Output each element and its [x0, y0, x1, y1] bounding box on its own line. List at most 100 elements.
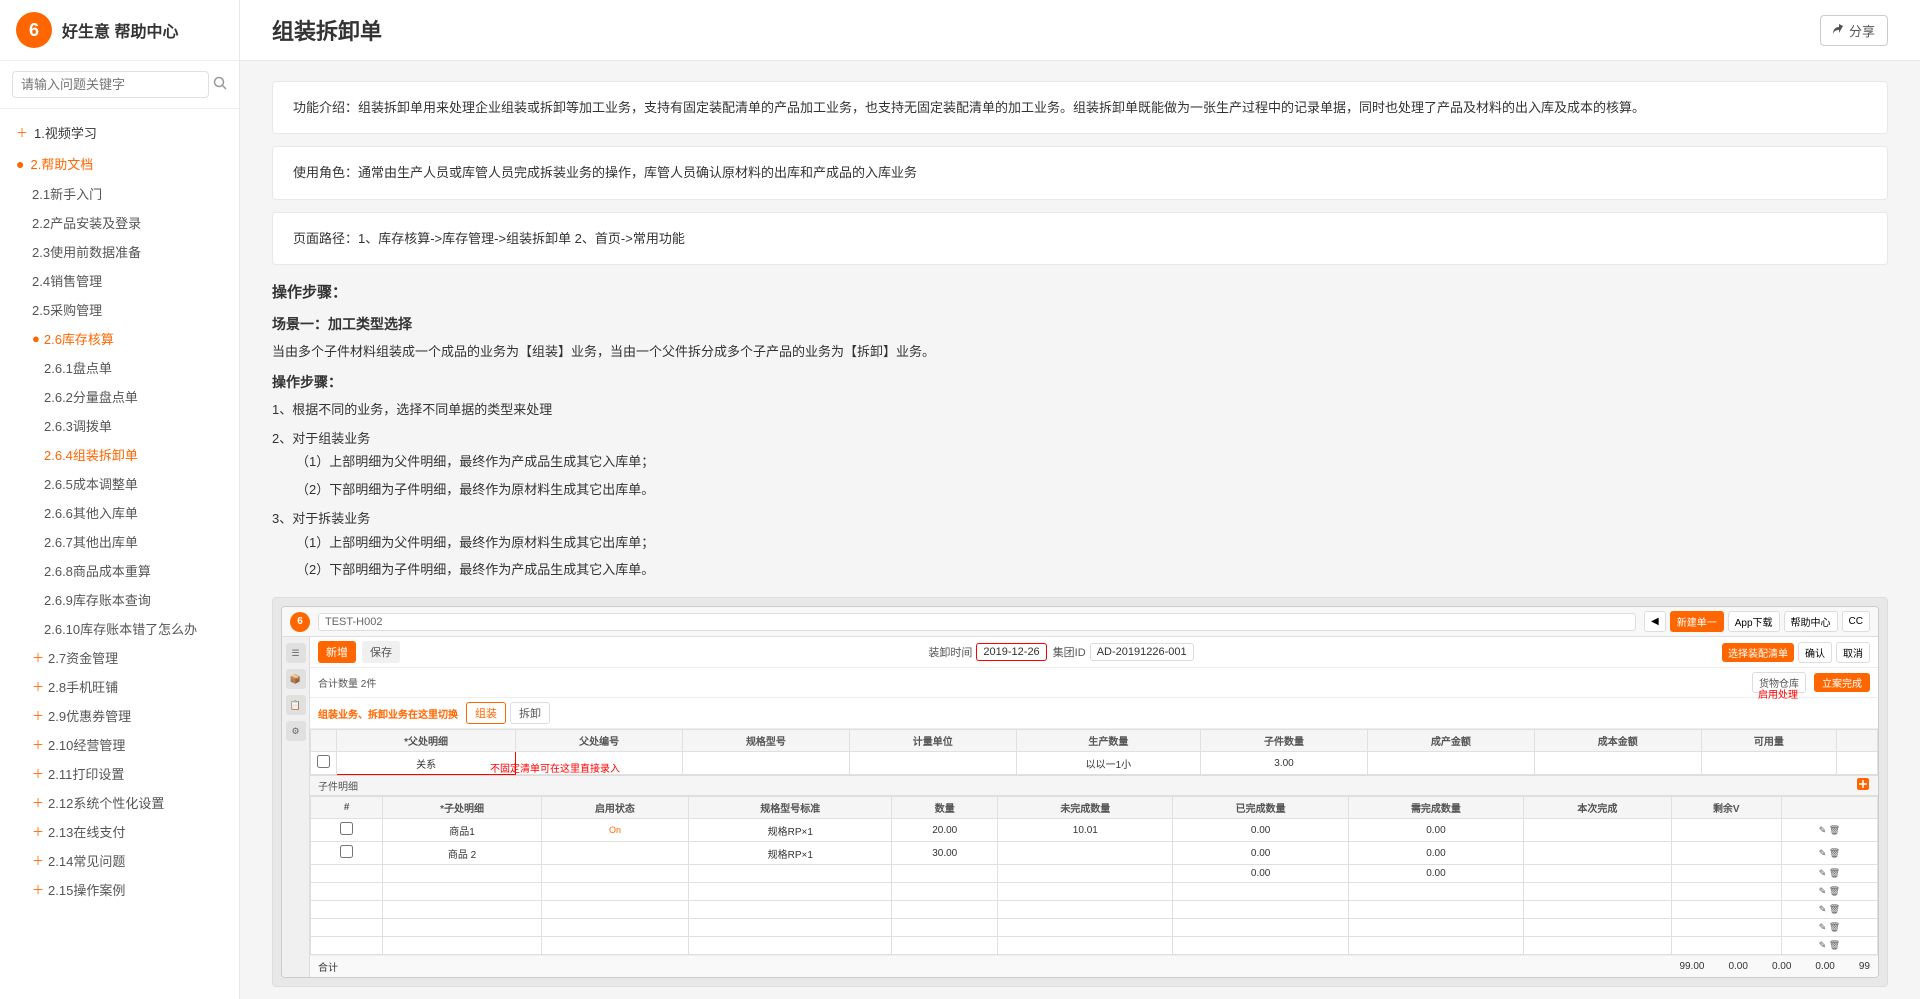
plus-icon-2-10: ＋	[32, 736, 44, 753]
mock-logo: 6	[290, 612, 310, 632]
mock-btn-user[interactable]: CC	[1842, 611, 1870, 632]
sidebar-item-2-13[interactable]: ＋ 2.13在线支付	[0, 817, 239, 846]
td-p4	[849, 752, 1016, 775]
step-3: 3、对于拆装业务 （1）上部明细为父件明细，最终作为原材料生成其它出库单； （2…	[272, 507, 1888, 581]
row-b-checkbox-1[interactable]	[340, 822, 353, 835]
mock-date-field[interactable]: 2019-12-26	[976, 643, 1046, 661]
sidebar-item-2-10[interactable]: ＋ 2.10经营管理	[0, 730, 239, 759]
plus-icon-2-9: ＋	[32, 707, 44, 724]
sidebar-item-2-5[interactable]: 2.5采购管理	[0, 295, 239, 324]
sidebar-item-2-15[interactable]: ＋ 2.15操作案例	[0, 875, 239, 904]
share-button[interactable]: 分享	[1820, 15, 1888, 46]
sidebar-item-2-1[interactable]: 2.1新手入门	[0, 179, 239, 208]
mock-footer-v5: 99	[1859, 961, 1870, 972]
sidebar-item-2-3[interactable]: 2.3使用前数据准备	[0, 237, 239, 266]
sidebar-item-2-6-2[interactable]: 2.6.2分量盘点单	[0, 382, 239, 411]
page-title: 组装拆卸单	[272, 14, 382, 46]
td-b1-1: 商品1	[383, 819, 541, 842]
mock-toolbar: 新增 保存 装卸时间 2019-12-26 集团ID AD-20191226-0…	[310, 637, 1878, 668]
share-icon	[1833, 24, 1845, 36]
ops-steps-title: 操作步骤：	[272, 372, 1888, 392]
td-p8	[1534, 752, 1701, 775]
plus-icon-2-15: ＋	[32, 881, 44, 898]
app-mock-body: ☰ 📦 📋 ⚙ 新增 保存	[282, 637, 1878, 977]
td-p3	[683, 752, 850, 775]
search-input[interactable]	[12, 71, 209, 98]
sidebar-item-2-2[interactable]: 2.2产品安装及登录	[0, 208, 239, 237]
td-b2-5	[998, 842, 1173, 865]
td-b2-1: 商品 2	[383, 842, 541, 865]
mock-footer-v3: 0.00	[1772, 961, 1791, 972]
th-p6: 子件数量	[1201, 730, 1368, 752]
sidebar-item-2-6-5[interactable]: 2.6.5成本调整单	[0, 469, 239, 498]
mock-address-bar: TEST-H002	[318, 613, 1636, 631]
td-p6: 3.00	[1201, 752, 1368, 775]
mock-btn-app[interactable]: App下载	[1728, 611, 1780, 632]
sidebar-item-2-6-1[interactable]: 2.6.1盘点单	[0, 353, 239, 382]
annotation-enable: 启用处理	[1758, 686, 1798, 701]
mock-btn-help[interactable]: 帮助中心	[1784, 611, 1838, 632]
th-c3: 规格型号标准	[689, 797, 892, 819]
table-row-b-3: 0.000.00✎ 🗑	[311, 865, 1878, 883]
row-b-checkbox-2[interactable]	[340, 845, 353, 858]
mock-disassemble-btn[interactable]: 拆卸	[510, 702, 550, 724]
role-intro-text: 使用角色：通常由生产人员或库管人员完成拆装业务的操作，库管人员确认原材料的出库和…	[293, 165, 917, 180]
td-p9	[1701, 752, 1836, 775]
td-b2-2	[541, 842, 688, 865]
th-p8: 成本金额	[1534, 730, 1701, 752]
step-3-2: （2）下部明细为子件明细，最终作为产成品生成其它入库单。	[296, 558, 1888, 581]
sidebar-item-videos[interactable]: ＋ 1.视频学习	[0, 117, 239, 148]
mock-tab-add[interactable]: 新增	[318, 641, 356, 663]
mock-bottom-table: # *子处明细 启用状态 规格型号标准 数量 未完成数量 已完成数量 需完成数量	[310, 796, 1878, 955]
mock-cancel-btn[interactable]: 取消	[1836, 642, 1870, 663]
mock-expand-icon[interactable]	[1856, 777, 1870, 794]
mock-confirm-btn[interactable]: 确认	[1798, 642, 1832, 663]
sidebar-item-2-6[interactable]: ● 2.6库存核算	[0, 324, 239, 353]
row-checkbox-1[interactable]	[317, 755, 330, 768]
sidebar: 6 好生意 帮助中心 ＋ 1.视频学习 ● 2.帮助文档 2.1新手入门 2.2…	[0, 0, 240, 999]
th-p9: 可用量	[1701, 730, 1836, 752]
sidebar-item-2-12[interactable]: ＋ 2.12系统个性化设置	[0, 788, 239, 817]
th-c1: *子处明细	[383, 797, 541, 819]
td-b1-6: 0.00	[1173, 819, 1348, 842]
step-2-subs: （1）上部明细为父件明细，最终作为产成品生成其它入库单； （2）下部明细为子件明…	[272, 450, 1888, 501]
sidebar-item-docs[interactable]: ● 2.帮助文档	[0, 148, 239, 179]
mock-btn-prev[interactable]: ◀	[1644, 611, 1666, 632]
plus-icon-2-13: ＋	[32, 823, 44, 840]
sidebar-item-2-6-3[interactable]: 2.6.3调拨单	[0, 411, 239, 440]
mock-type-row: 组装业务、拆卸业务在这里切换 启用处理 组装 拆卸	[310, 698, 1878, 729]
td-b1-7: 0.00	[1348, 819, 1523, 842]
sidebar-logo: 6 好生意 帮助中心	[0, 0, 239, 61]
plus-icon-2-12: ＋	[32, 794, 44, 811]
sidebar-item-2-6-4[interactable]: 2.6.4组装拆卸单	[0, 440, 239, 469]
mock-btn-new[interactable]: 新建单一	[1670, 611, 1724, 632]
th-c9: 剩余V	[1671, 797, 1781, 819]
mock-assemble-btn[interactable]: 组装	[466, 702, 506, 724]
th-p4: 计量单位	[849, 730, 1016, 752]
app-mock-header: 6 TEST-H002 ◀ 新建单一 App下载 帮助中心 CC	[282, 607, 1878, 637]
sidebar-item-2-9[interactable]: ＋ 2.9优惠券管理	[0, 701, 239, 730]
sidebar-item-2-6-8[interactable]: 2.6.8商品成本重算	[0, 556, 239, 585]
th-c10	[1781, 797, 1877, 819]
mock-tab-save[interactable]: 保存	[362, 641, 400, 663]
sidebar-item-2-14[interactable]: ＋ 2.14常见问题	[0, 846, 239, 875]
sidebar-item-2-6-9[interactable]: 2.6.9库存账本查询	[0, 585, 239, 614]
mock-footer-v1: 99.00	[1679, 961, 1704, 972]
mock-confirm-btn-2[interactable]: 立案完成	[1814, 673, 1870, 692]
app-mock: 6 TEST-H002 ◀ 新建单一 App下载 帮助中心 CC	[281, 606, 1879, 978]
mock-nav-icon-3: 📋	[286, 695, 306, 715]
sidebar-item-2-6-7[interactable]: 2.6.7其他出库单	[0, 527, 239, 556]
sidebar-item-2-6-6[interactable]: 2.6.6其他入库单	[0, 498, 239, 527]
sidebar-item-2-6-10[interactable]: 2.6.10库存账本错了怎么办	[0, 614, 239, 643]
mock-group-field[interactable]: AD-20191226-001	[1090, 643, 1194, 661]
mock-sub-toolbar: 合计数量 2件 货物仓库 立案完成	[310, 668, 1878, 698]
th-no: #	[311, 797, 383, 819]
sidebar-item-2-8[interactable]: ＋ 2.8手机旺铺	[0, 672, 239, 701]
th-c4: 数量	[892, 797, 998, 819]
sidebar-item-2-7[interactable]: ＋ 2.7资金管理	[0, 643, 239, 672]
search-button[interactable]	[213, 76, 227, 93]
sidebar-item-2-4[interactable]: 2.4销售管理	[0, 266, 239, 295]
mock-select-bom-btn[interactable]: 选择装配清单	[1722, 643, 1794, 662]
sidebar-item-2-11[interactable]: ＋ 2.11打印设置	[0, 759, 239, 788]
mock-field-date-group: 装卸时间 2019-12-26	[928, 643, 1046, 661]
